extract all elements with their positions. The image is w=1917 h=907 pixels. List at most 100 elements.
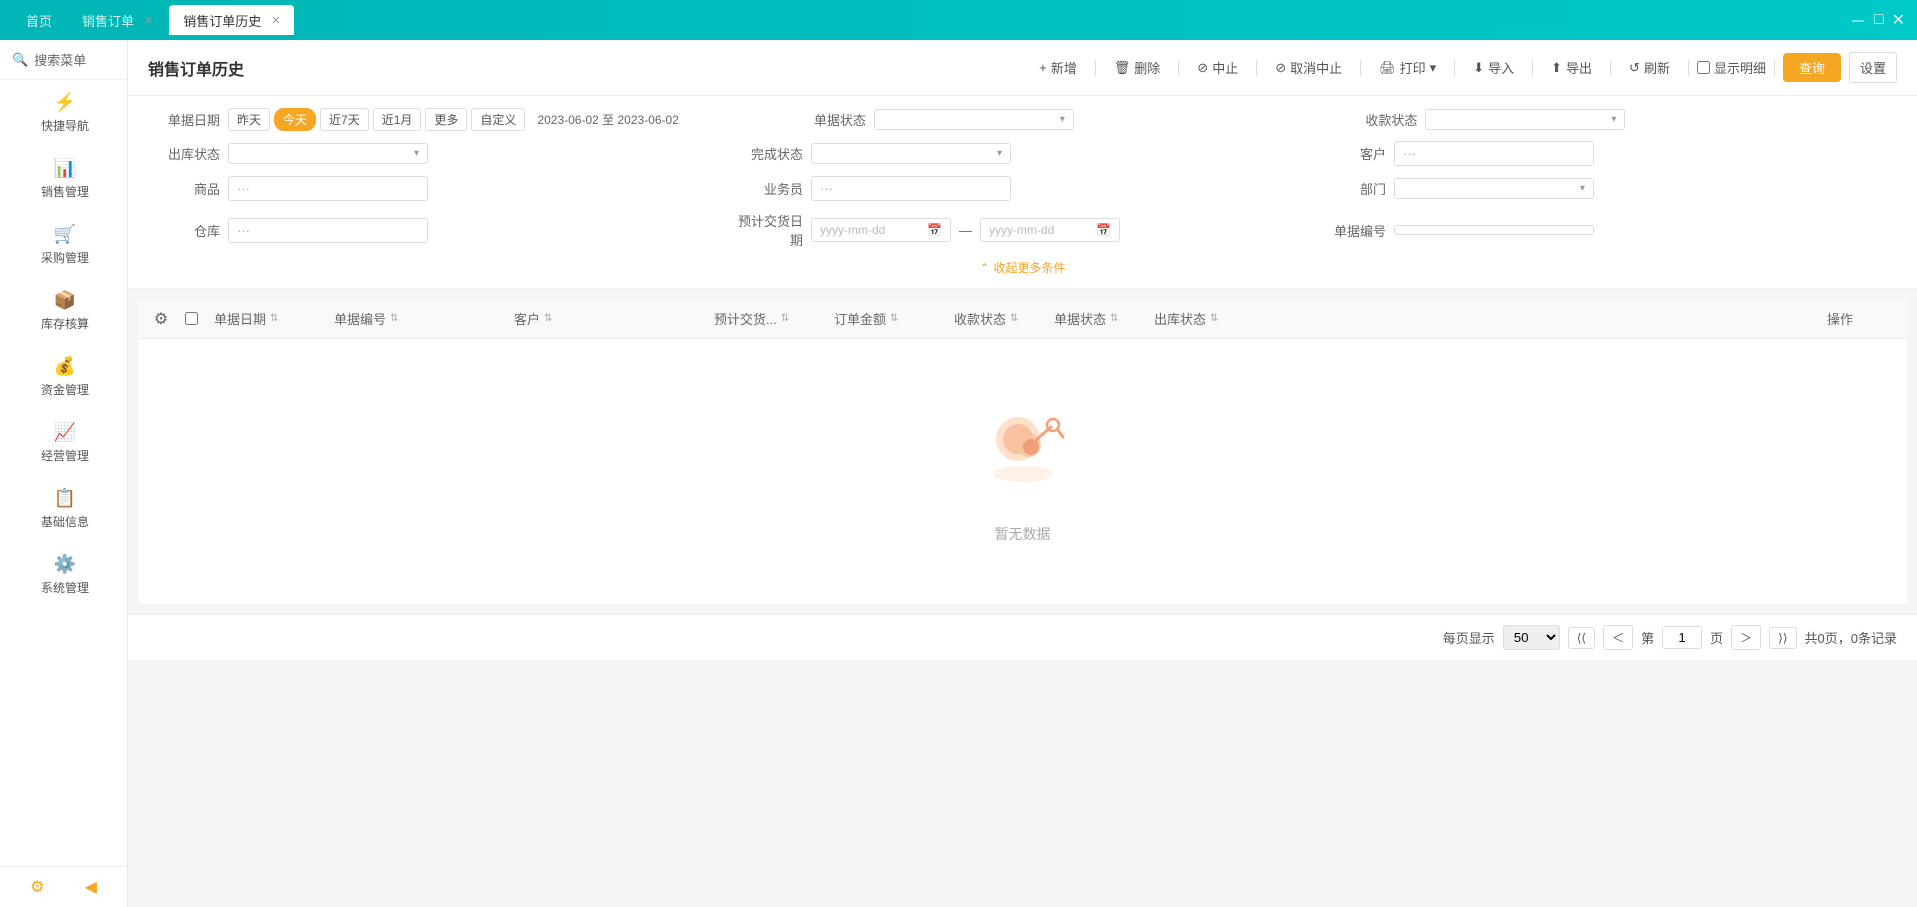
warehouse-status-select[interactable]: ▾ — [228, 143, 428, 164]
date-btn-custom[interactable]: 自定义 — [471, 108, 525, 131]
empty-illustration — [973, 399, 1073, 508]
sidebar-item-inventory[interactable]: 📦 库存核算 — [0, 278, 127, 344]
col-warehouse[interactable]: 出库状态 ⇅ — [1146, 309, 1246, 328]
window-maximize-button[interactable]: □ — [1874, 11, 1884, 29]
stop-icon: ⊘ — [1197, 60, 1208, 76]
new-button[interactable]: + 新增 — [1029, 53, 1087, 82]
display-toggle[interactable]: 显示明细 — [1697, 58, 1766, 77]
print-icon: 🖨 — [1379, 60, 1396, 76]
warehouse-status-label: 出库状态 — [148, 144, 228, 163]
date-range: 2023-06-02 至 2023-06-02 — [537, 111, 678, 128]
search-menu[interactable]: 🔍 搜索菜单 — [0, 40, 127, 80]
customer-input[interactable]: ··· — [1394, 141, 1594, 166]
sort-number-icon: ⇅ — [390, 313, 398, 324]
page-last-button[interactable]: ⟩⟩ — [1769, 627, 1796, 649]
salesperson-control: ··· — [811, 176, 1314, 201]
tab-sales-order-close[interactable]: ✕ — [144, 14, 153, 27]
window-minimize-button[interactable]: － — [1850, 8, 1866, 32]
delivery-date-label: 预计交货日期 — [731, 211, 811, 249]
sidebar-item-base-info[interactable]: 📋 基础信息 — [0, 476, 127, 542]
sidebar-item-operations[interactable]: 📈 经营管理 — [0, 410, 127, 476]
page-next-button[interactable]: ＞ — [1731, 625, 1761, 650]
toolbar-divider-1 — [1095, 60, 1096, 76]
export-button[interactable]: ⬆ 导出 — [1541, 53, 1602, 82]
window-close-button[interactable]: ✕ — [1892, 10, 1905, 30]
toolbar-divider-7 — [1610, 60, 1611, 76]
col-payment[interactable]: 收款状态 ⇅ — [946, 309, 1046, 328]
stop-button[interactable]: ⊘ 中止 — [1187, 53, 1248, 82]
delivery-date-end[interactable]: yyyy-mm-dd 📅 — [980, 218, 1120, 242]
salesperson-input[interactable]: ··· — [811, 176, 1011, 201]
collapse-button[interactable]: ⌃ 收起更多条件 — [979, 259, 1065, 276]
empty-state: 暂无数据 — [138, 339, 1907, 604]
order-status-label: 单据状态 — [794, 110, 874, 129]
order-status-control: ▾ — [874, 109, 1346, 130]
col-amount[interactable]: 订单金额 ⇅ — [826, 309, 946, 328]
import-button[interactable]: ⬇ 导入 — [1463, 53, 1524, 82]
col-number[interactable]: 单据编号 ⇅ — [326, 309, 506, 328]
sidebar-settings-button[interactable]: ⚙ — [30, 877, 44, 897]
collapse-icon: ⌃ — [979, 261, 989, 275]
settings-button[interactable]: 设置 — [1849, 52, 1897, 83]
dept-select[interactable]: ▾ — [1394, 178, 1594, 199]
tab-sales-order-history-close[interactable]: ✕ — [271, 14, 280, 27]
goods-input[interactable]: ··· — [228, 176, 428, 201]
date-btn-today[interactable]: 今天 — [274, 108, 316, 131]
delivery-date-start[interactable]: yyyy-mm-dd 📅 — [811, 218, 951, 242]
date-btn-1month[interactable]: 近1月 — [373, 108, 422, 131]
order-number-label: 单据编号 — [1314, 221, 1394, 240]
date-btn-7days[interactable]: 近7天 — [320, 108, 369, 131]
delete-icon: 🗑 — [1114, 60, 1131, 76]
sidebar-collapse-button[interactable]: ◀ — [85, 877, 97, 897]
sort-customer-icon: ⇅ — [544, 313, 552, 324]
search-icon: 🔍 — [12, 52, 28, 68]
refresh-button[interactable]: ↺ 刷新 — [1619, 53, 1680, 82]
query-button[interactable]: 查询 — [1783, 53, 1841, 82]
display-toggle-checkbox[interactable] — [1697, 61, 1710, 74]
complete-status-select[interactable]: ▾ — [811, 143, 1011, 164]
toolbar-divider-6 — [1532, 60, 1533, 76]
sidebar-item-finance[interactable]: 💰 资金管理 — [0, 344, 127, 410]
new-icon: + — [1039, 60, 1047, 75]
order-number-input[interactable] — [1394, 225, 1594, 235]
page-size-select[interactable]: 50 10 20 100 — [1503, 625, 1560, 650]
print-button[interactable]: 🖨 打印 ▾ — [1369, 53, 1446, 82]
operations-icon: 📈 — [54, 422, 76, 443]
payment-status-label: 收款状态 — [1345, 110, 1425, 129]
toolbar: + 新增 🗑 删除 ⊘ 中止 ⊘ 取消中止 — [1029, 52, 1897, 83]
sidebar-item-sales-mgmt[interactable]: 📊 销售管理 — [0, 146, 127, 212]
sys-mgmt-icon: ⚙️ — [54, 554, 76, 575]
payment-status-select[interactable]: ▾ — [1425, 109, 1625, 130]
page-prev-button[interactable]: ＜ — [1603, 625, 1633, 650]
tab-home[interactable]: 首页 — [12, 5, 66, 35]
salesperson-label: 业务员 — [731, 179, 811, 198]
sidebar-item-purchase-mgmt[interactable]: 🛒 采购管理 — [0, 212, 127, 278]
goods-label: 商品 — [148, 179, 228, 198]
col-date[interactable]: 单据日期 ⇅ — [206, 309, 326, 328]
toolbar-divider-5 — [1454, 60, 1455, 76]
tab-sales-order-history[interactable]: 销售订单历史 ✕ — [169, 5, 294, 35]
page-first-button[interactable]: ⟨⟨ — [1568, 627, 1595, 649]
table-settings-button[interactable]: ⚙ — [146, 304, 176, 334]
customer-control: ··· — [1394, 141, 1897, 166]
delete-button[interactable]: 🗑 删除 — [1104, 53, 1171, 82]
warehouse-input[interactable]: ··· — [228, 218, 428, 243]
sidebar-item-sys-mgmt[interactable]: ⚙️ 系统管理 — [0, 542, 127, 608]
tab-sales-order[interactable]: 销售订单 ✕ — [68, 5, 167, 35]
col-customer[interactable]: 客户 ⇅ — [506, 309, 706, 328]
col-delivery[interactable]: 预计交货... ⇅ — [706, 309, 826, 328]
date-btn-yesterday[interactable]: 昨天 — [228, 108, 270, 131]
sidebar-item-quick-nav[interactable]: ⚡ 快捷导航 — [0, 80, 127, 146]
date-btn-more[interactable]: 更多 — [425, 108, 467, 131]
cancel-stop-button[interactable]: ⊘ 取消中止 — [1265, 53, 1352, 82]
order-status-select[interactable]: ▾ — [874, 109, 1074, 130]
delivery-date-control: yyyy-mm-dd 📅 — yyyy-mm-dd 📅 — [811, 218, 1314, 242]
cancel-stop-icon: ⊘ — [1275, 60, 1286, 76]
page-number-input[interactable] — [1662, 626, 1702, 649]
sort-warehouse-icon: ⇅ — [1210, 313, 1218, 324]
complete-status-label: 完成状态 — [731, 144, 811, 163]
select-all-checkbox[interactable] — [185, 312, 198, 325]
table-select-all[interactable] — [176, 312, 206, 325]
dept-label: 部门 — [1314, 179, 1394, 198]
col-status[interactable]: 单据状态 ⇅ — [1046, 309, 1146, 328]
